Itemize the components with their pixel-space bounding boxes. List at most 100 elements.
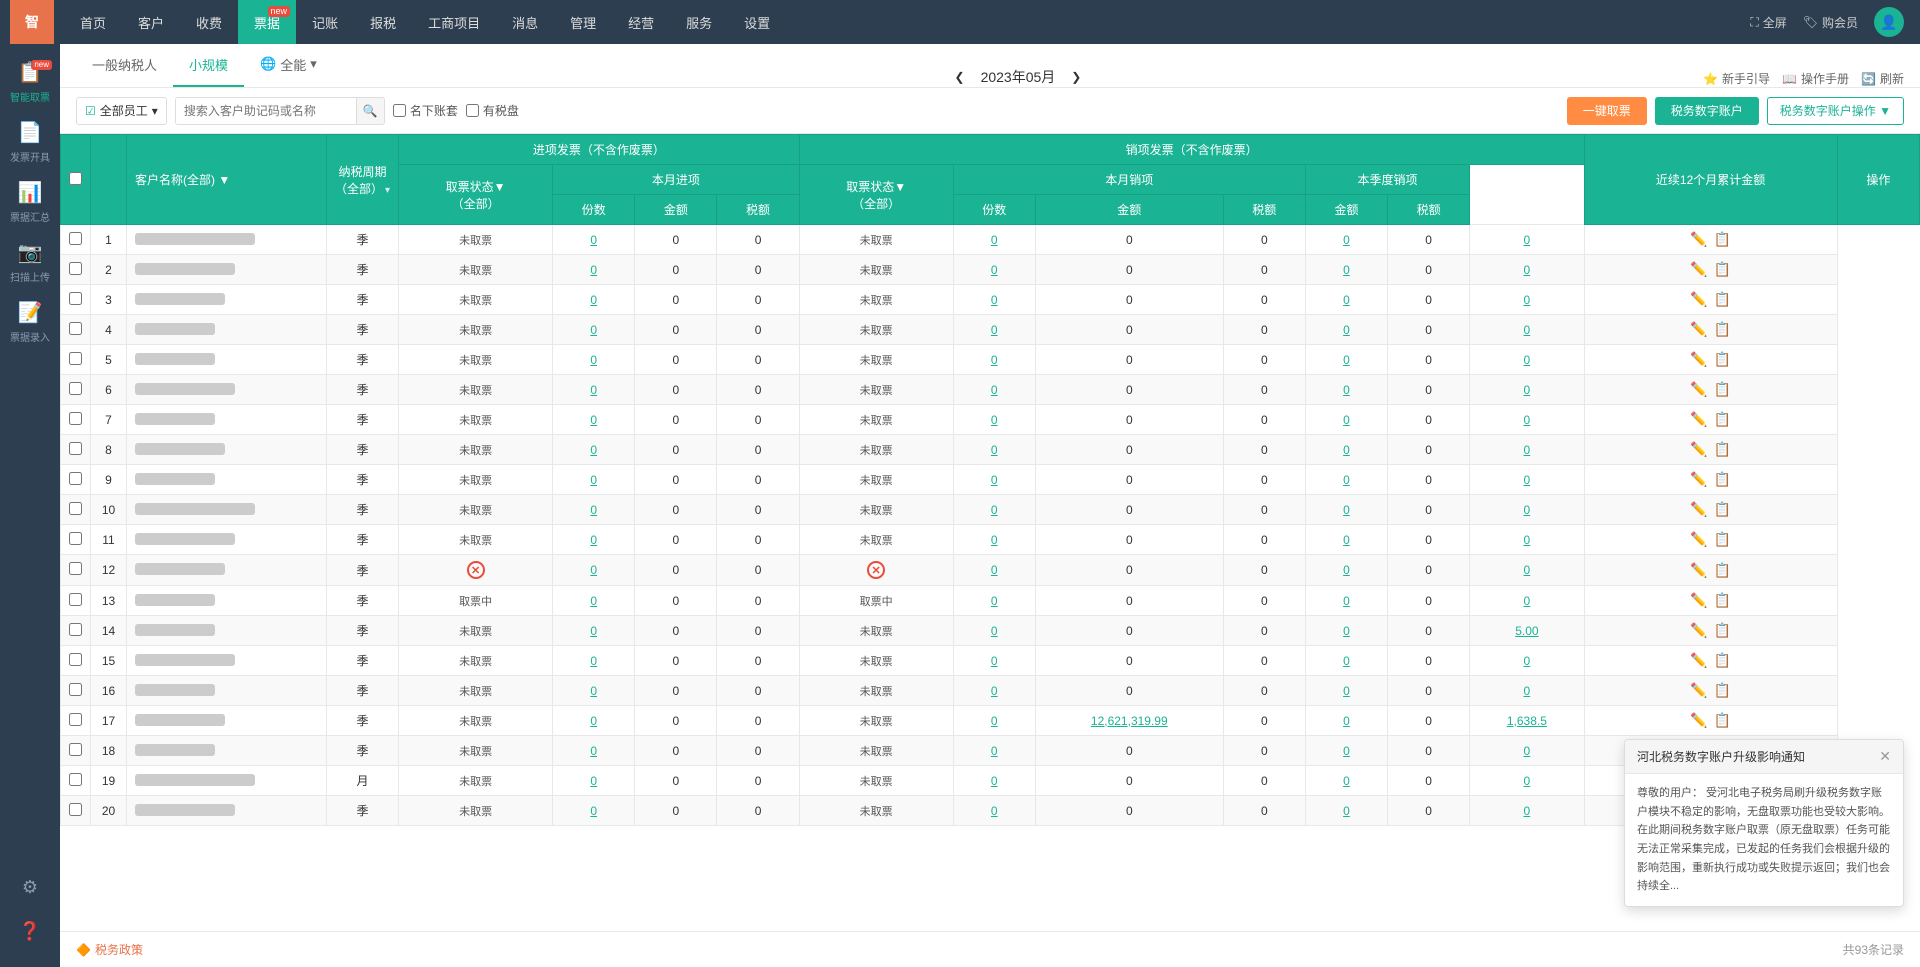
manual-button[interactable]: 📖 操作手册 xyxy=(1782,70,1849,87)
output-count-link[interactable]: 0 xyxy=(991,774,998,788)
output-count-link[interactable]: 0 xyxy=(991,714,998,728)
input-count-link[interactable]: 0 xyxy=(590,503,597,517)
copy-icon[interactable]: 📋 xyxy=(1714,291,1731,308)
cumulative-value[interactable]: 0 xyxy=(1524,563,1531,577)
edit-icon[interactable]: ✏️ xyxy=(1690,381,1707,398)
next-month-button[interactable]: ❯ xyxy=(1071,70,1081,84)
output-count-link[interactable]: 0 xyxy=(991,233,998,247)
row-checkbox[interactable] xyxy=(69,412,82,425)
copy-icon[interactable]: 📋 xyxy=(1714,411,1731,428)
cumulative-value[interactable]: 0 xyxy=(1524,503,1531,517)
copy-icon[interactable]: 📋 xyxy=(1714,622,1731,639)
cumulative-value[interactable]: 0 xyxy=(1524,293,1531,307)
input-count-link[interactable]: 0 xyxy=(590,293,597,307)
input-count-link[interactable]: 0 xyxy=(590,383,597,397)
cumulative-value[interactable]: 0 xyxy=(1524,654,1531,668)
edit-icon[interactable]: ✏️ xyxy=(1690,652,1707,669)
input-count-link[interactable]: 0 xyxy=(590,714,597,728)
copy-icon[interactable]: 📋 xyxy=(1714,441,1731,458)
copy-icon[interactable]: 📋 xyxy=(1714,562,1731,579)
sidebar-item-invoice-summary[interactable]: 📊 票据汇总 xyxy=(0,172,60,232)
cumulative-value[interactable]: 0 xyxy=(1524,263,1531,277)
has-tax-disk-checkbox[interactable]: 有税盘 xyxy=(466,102,519,119)
input-count-link[interactable]: 0 xyxy=(590,233,597,247)
th-output-status[interactable]: 取票状态▼（全部） xyxy=(799,165,953,225)
popup-close-button[interactable]: ✕ xyxy=(1879,748,1891,765)
input-count-link[interactable]: 0 xyxy=(590,744,597,758)
edit-icon[interactable]: ✏️ xyxy=(1690,622,1707,639)
one-click-invoice-button[interactable]: 一键取票 xyxy=(1567,97,1647,125)
row-checkbox[interactable] xyxy=(69,292,82,305)
nav-settings[interactable]: 设置 xyxy=(728,0,786,44)
output-count-link[interactable]: 0 xyxy=(991,263,998,277)
edit-icon[interactable]: ✏️ xyxy=(1690,531,1707,548)
edit-icon[interactable]: ✏️ xyxy=(1690,441,1707,458)
row-checkbox[interactable] xyxy=(69,623,82,636)
my-accounts-check[interactable] xyxy=(393,104,406,117)
copy-icon[interactable]: 📋 xyxy=(1714,712,1731,729)
row-checkbox[interactable] xyxy=(69,653,82,666)
tab-general-taxpayer[interactable]: 一般纳税人 xyxy=(76,43,173,87)
copy-icon[interactable]: 📋 xyxy=(1714,321,1731,338)
output-count-link[interactable]: 0 xyxy=(991,624,998,638)
row-checkbox[interactable] xyxy=(69,803,82,816)
cumulative-value[interactable]: 0 xyxy=(1524,804,1531,818)
copy-icon[interactable]: 📋 xyxy=(1714,381,1731,398)
nav-service[interactable]: 服务 xyxy=(670,0,728,44)
output-count-link[interactable]: 0 xyxy=(991,353,998,367)
user-avatar[interactable]: 👤 xyxy=(1874,7,1904,37)
copy-icon[interactable]: 📋 xyxy=(1714,652,1731,669)
input-count-link[interactable]: 0 xyxy=(590,263,597,277)
output-count-link[interactable]: 0 xyxy=(991,293,998,307)
refresh-button[interactable]: 🔄 刷新 xyxy=(1861,70,1904,87)
edit-icon[interactable]: ✏️ xyxy=(1690,562,1707,579)
output-count-link[interactable]: 0 xyxy=(991,383,998,397)
copy-icon[interactable]: 📋 xyxy=(1714,351,1731,368)
copy-icon[interactable]: 📋 xyxy=(1714,531,1731,548)
input-count-link[interactable]: 0 xyxy=(590,804,597,818)
season-amount-link[interactable]: 0 xyxy=(1343,293,1350,307)
season-amount-link[interactable]: 0 xyxy=(1343,473,1350,487)
row-checkbox[interactable] xyxy=(69,502,82,515)
cumulative-value[interactable]: 0 xyxy=(1524,323,1531,337)
tab-small-scale[interactable]: 小规模 xyxy=(173,43,244,87)
edit-icon[interactable]: ✏️ xyxy=(1690,471,1707,488)
nav-message[interactable]: 消息 xyxy=(496,0,554,44)
row-checkbox[interactable] xyxy=(69,322,82,335)
row-checkbox[interactable] xyxy=(69,773,82,786)
season-amount-link[interactable]: 0 xyxy=(1343,684,1350,698)
row-checkbox[interactable] xyxy=(69,442,82,455)
search-button[interactable]: 🔍 xyxy=(356,97,384,125)
edit-icon[interactable]: ✏️ xyxy=(1690,351,1707,368)
cumulative-value[interactable]: 0 xyxy=(1524,383,1531,397)
edit-icon[interactable]: ✏️ xyxy=(1690,231,1707,248)
season-amount-link[interactable]: 0 xyxy=(1343,744,1350,758)
cumulative-value[interactable]: 0 xyxy=(1524,353,1531,367)
row-checkbox[interactable] xyxy=(69,532,82,545)
input-count-link[interactable]: 0 xyxy=(590,563,597,577)
cumulative-value[interactable]: 5.00 xyxy=(1515,624,1538,638)
season-amount-link[interactable]: 0 xyxy=(1343,503,1350,517)
cumulative-value[interactable]: 0 xyxy=(1524,533,1531,547)
cumulative-value[interactable]: 0 xyxy=(1524,684,1531,698)
row-checkbox[interactable] xyxy=(69,352,82,365)
nav-tax[interactable]: 报税 xyxy=(354,0,412,44)
cumulative-value[interactable]: 0 xyxy=(1524,413,1531,427)
new-guide-button[interactable]: ⭐ 新手引导 xyxy=(1703,70,1770,87)
has-tax-disk-check[interactable] xyxy=(466,104,479,117)
sidebar-settings-button[interactable]: ⚙ xyxy=(10,867,50,907)
tax-policy-link[interactable]: 🔶 税务政策 xyxy=(76,941,143,958)
season-amount-link[interactable]: 0 xyxy=(1343,353,1350,367)
sidebar-item-scan-upload[interactable]: 📷 扫描上传 xyxy=(0,232,60,292)
season-amount-link[interactable]: 0 xyxy=(1343,624,1350,638)
row-checkbox[interactable] xyxy=(69,562,82,575)
season-amount-link[interactable]: 0 xyxy=(1343,594,1350,608)
season-amount-link[interactable]: 0 xyxy=(1343,263,1350,277)
th-client-name[interactable]: 客户名称(全部) ▼ xyxy=(127,135,327,225)
season-amount-link[interactable]: 0 xyxy=(1343,714,1350,728)
output-count-link[interactable]: 0 xyxy=(991,804,998,818)
season-amount-link[interactable]: 0 xyxy=(1343,563,1350,577)
season-amount-link[interactable]: 0 xyxy=(1343,654,1350,668)
output-count-link[interactable]: 0 xyxy=(991,563,998,577)
input-count-link[interactable]: 0 xyxy=(590,323,597,337)
